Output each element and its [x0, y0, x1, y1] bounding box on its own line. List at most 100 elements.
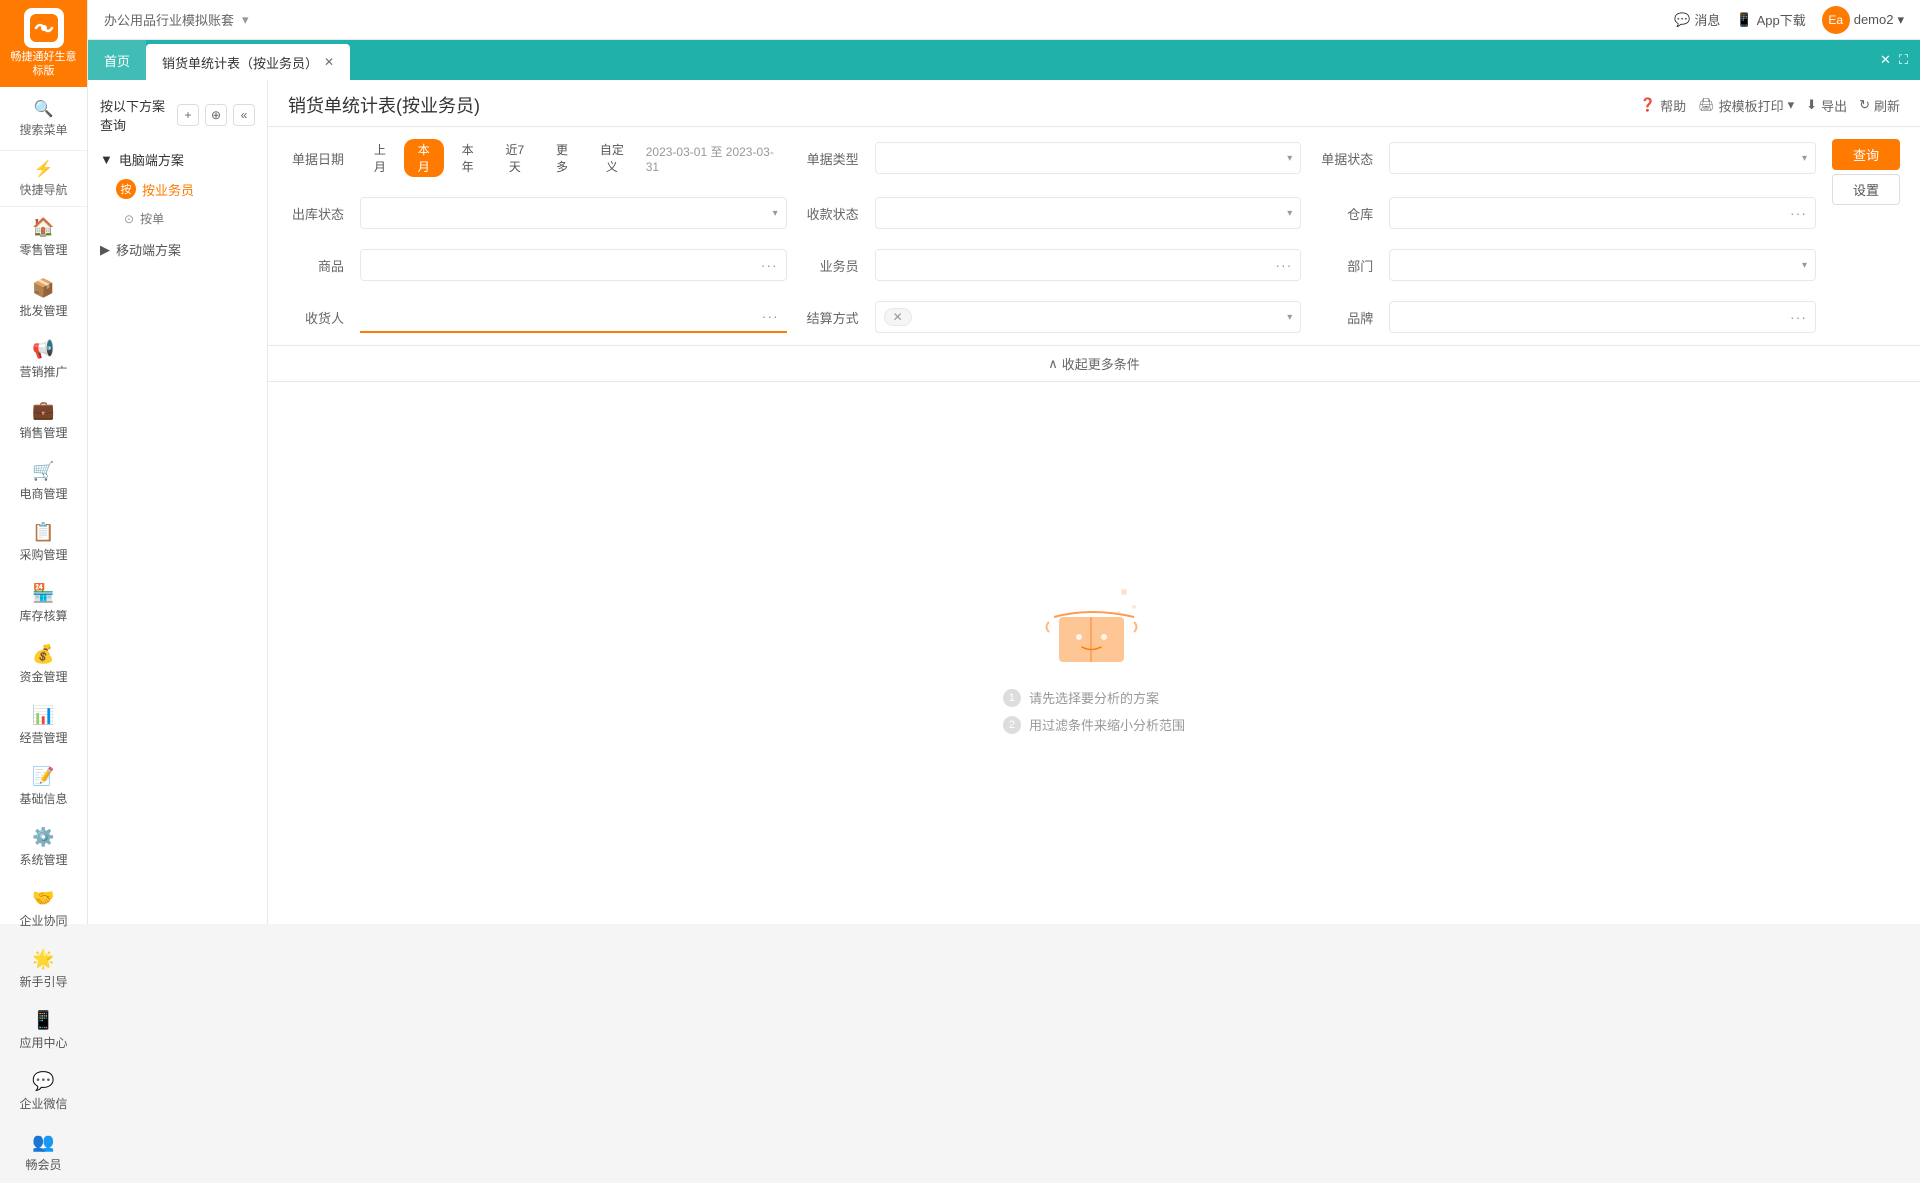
date-tab-this-month[interactable]: 本月: [404, 139, 444, 177]
tab-maximize-btn[interactable]: ⛶: [1899, 52, 1908, 68]
date-tab-last-month[interactable]: 上月: [360, 139, 400, 177]
desktop-group-label: 电脑端方案: [119, 150, 184, 169]
mobile-group-label: 移动端方案: [116, 240, 181, 259]
export-btn[interactable]: ⬇ 导出: [1806, 96, 1847, 115]
menu-icon-8: 📊: [32, 705, 54, 726]
date-tab-7days[interactable]: 近7天: [492, 139, 539, 177]
tab-close-window-btn[interactable]: ✕: [1880, 52, 1891, 68]
app-title: 办公用品行业模拟账套: [104, 10, 234, 29]
search-menu-btn[interactable]: 🔍 搜索菜单: [6, 95, 81, 142]
sidebar-item-7[interactable]: 💰资金管理: [15, 634, 71, 695]
user-menu-btn[interactable]: Ea demo2 ▾: [1822, 6, 1904, 34]
sidebar-item-10[interactable]: ⚙️系统管理: [15, 817, 71, 878]
out-status-select[interactable]: ▾: [360, 197, 787, 229]
menu-label-8: 经营管理: [19, 729, 67, 746]
menu-label-15: 畅会员: [25, 1156, 61, 1173]
out-status-label: 出库状态: [288, 204, 344, 223]
sidebar-item-5[interactable]: 📋采购管理: [15, 512, 71, 573]
sub-scheme-item-order[interactable]: ⊙ 按单: [88, 205, 267, 232]
order-type-select[interactable]: ▾: [875, 142, 1302, 174]
setting-btn[interactable]: 设置: [1832, 174, 1900, 205]
brand-dots: ···: [1790, 309, 1807, 325]
date-tab-more[interactable]: 更多: [542, 139, 582, 177]
sidebar-item-11[interactable]: 🤝企业协同: [15, 878, 71, 939]
help-btn[interactable]: ❓ 帮助: [1640, 96, 1686, 115]
payment-clear-btn[interactable]: ✕: [893, 310, 903, 324]
quick-nav-btn[interactable]: ⚡ 快捷导航: [0, 151, 87, 207]
brand-select[interactable]: ···: [1389, 301, 1816, 333]
sales-stat-tab-label: 销货单统计表（按业务员）: [162, 53, 318, 72]
menu-icon-9: 📝: [32, 766, 54, 787]
sidebar-item-6[interactable]: 🏪库存核算: [15, 573, 71, 634]
date-tab-custom[interactable]: 自定义: [586, 139, 638, 177]
app-download-btn[interactable]: 📱 App下载: [1736, 10, 1805, 29]
print-btn[interactable]: 🖨 按模板打印 ▾: [1698, 96, 1794, 115]
order-type-control: ▾: [875, 142, 1302, 174]
message-icon: 💬: [1674, 12, 1690, 28]
sidebar-item-14[interactable]: 💬企业微信: [15, 1061, 71, 1122]
logo-area[interactable]: 畅捷通好生意 标版: [0, 0, 87, 87]
warehouse-select[interactable]: ···: [1389, 197, 1816, 229]
tabbar: 首页 销货单统计表（按业务员） ✕ ✕ ⛶: [88, 40, 1920, 80]
scheme-item-salesperson[interactable]: 按 按业务员: [88, 173, 267, 205]
empty-step-1: 1 请先选择要分析的方案: [1003, 688, 1185, 707]
date-tabs: 上月 本月 本年 近7天 更多 自定义: [360, 139, 638, 177]
sidebar-item-2[interactable]: 📢营销推广: [15, 329, 71, 390]
collapse-bar[interactable]: ∧ 收起更多条件: [268, 346, 1920, 382]
sidebar-item-4[interactable]: 🛒电商管理: [15, 451, 71, 512]
empty-state-area: 1 请先选择要分析的方案 2 用过滤条件来缩小分析范围: [268, 382, 1920, 924]
salesperson-select[interactable]: ···: [875, 249, 1302, 281]
mobile-scheme-group[interactable]: ▶ 移动端方案: [88, 236, 267, 263]
sidebar-item-15[interactable]: 👥畅会员: [15, 1122, 71, 1183]
dropdown-icon[interactable]: ▾: [242, 12, 249, 28]
tab-sales-stat[interactable]: 销货单统计表（按业务员） ✕: [146, 44, 350, 80]
order-status-label: 单据状态: [1317, 149, 1373, 168]
sidebar-item-0[interactable]: 🏠零售管理: [15, 207, 71, 268]
sidebar-item-9[interactable]: 📝基础信息: [15, 756, 71, 817]
topbar: 办公用品行业模拟账套 ▾ 💬 消息 📱 App下载 Ea demo2 ▾: [88, 0, 1920, 40]
right-panel: 销货单统计表(按业务员) ❓ 帮助 🖨 按模板打印 ▾ ⬇ 导出: [268, 80, 1920, 924]
consignee-control: ···: [360, 301, 787, 333]
menu-icon-2: 📢: [32, 339, 54, 360]
download-icon: 📱: [1736, 12, 1752, 28]
tab-close-btn[interactable]: ✕: [324, 55, 334, 69]
order-status-select[interactable]: ▾: [1389, 142, 1816, 174]
collapse-panel-btn[interactable]: «: [233, 104, 255, 126]
dept-select[interactable]: ▾: [1389, 249, 1816, 281]
menu-icon-10: ⚙️: [32, 827, 54, 848]
order-status-control: ▾: [1389, 142, 1816, 174]
menu-label-1: 批发管理: [19, 302, 67, 319]
sidebar-item-12[interactable]: 🌟新手引导: [15, 939, 71, 1000]
sidebar-item-3[interactable]: 💼销售管理: [15, 390, 71, 451]
sidebar-item-8[interactable]: 📊 经营管理: [15, 695, 71, 756]
sidebar-menu-list: 🏠零售管理📦批发管理📢营销推广💼销售管理🛒电商管理📋采购管理🏪库存核算💰资金管理…: [15, 207, 71, 1183]
consignee-label: 收货人: [288, 308, 344, 327]
desktop-expand-icon: ▼: [100, 152, 113, 167]
sidebar-item-13[interactable]: 📱应用中心: [15, 1000, 71, 1061]
query-btn[interactable]: 查询: [1832, 139, 1900, 170]
dept-control: ▾: [1389, 249, 1816, 281]
payment-select[interactable]: ✕ ▾: [875, 301, 1302, 333]
menu-icon-14: 💬: [32, 1071, 54, 1092]
settings-scheme-btn[interactable]: ⊕: [205, 104, 227, 126]
salesperson-icon: 按: [116, 179, 136, 199]
add-scheme-btn[interactable]: +: [177, 104, 199, 126]
sidebar-item-1[interactable]: 📦批发管理: [15, 268, 71, 329]
step-2-text: 用过滤条件来缩小分析范围: [1029, 715, 1185, 734]
message-btn[interactable]: 💬 消息: [1674, 10, 1720, 29]
refresh-btn[interactable]: ↻ 刷新: [1859, 96, 1900, 115]
receipt-status-select[interactable]: ▾: [875, 197, 1302, 229]
order-status-chevron: ▾: [1802, 153, 1807, 164]
menu-icon-12: 🌟: [32, 949, 54, 970]
salesperson-dots: ···: [1275, 257, 1292, 273]
goods-select[interactable]: ···: [360, 249, 787, 281]
dept-chevron: ▾: [1802, 260, 1807, 271]
sidebar-search-section: 🔍 搜索菜单: [0, 87, 87, 151]
payment-chevron: ▾: [1287, 312, 1292, 323]
desktop-group-title[interactable]: ▼ 电脑端方案: [88, 146, 267, 173]
empty-step-2: 2 用过滤条件来缩小分析范围: [1003, 715, 1185, 734]
menu-icon-11: 🤝: [32, 888, 54, 909]
date-tab-this-year[interactable]: 本年: [448, 139, 488, 177]
consignee-select[interactable]: ···: [360, 301, 787, 333]
tab-home[interactable]: 首页: [88, 40, 146, 80]
